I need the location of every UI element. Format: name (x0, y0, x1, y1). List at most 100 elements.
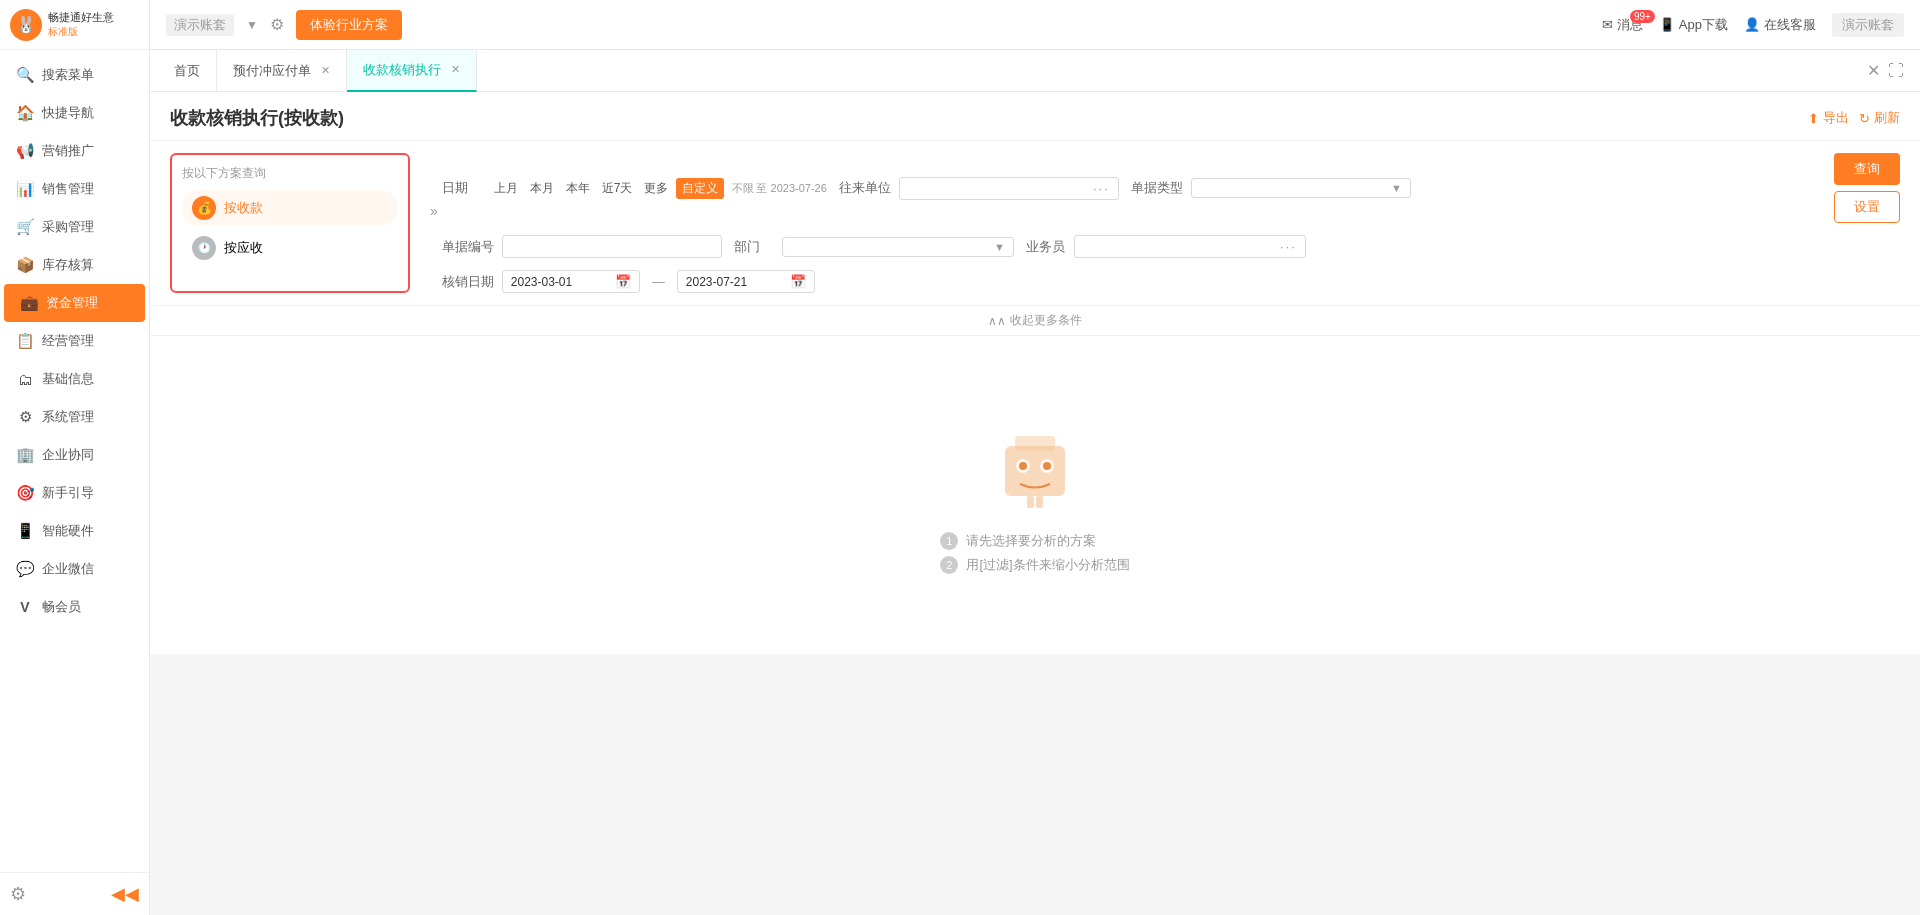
verify-date-start-input[interactable] (511, 275, 611, 289)
by-receipt-icon: 💰 (192, 196, 216, 220)
app-download-button[interactable]: 📱 App下载 (1659, 16, 1728, 34)
export-button[interactable]: ⬆ 导出 (1808, 109, 1849, 127)
verify-date-start-calendar-icon[interactable]: 📅 (615, 274, 631, 289)
settings-button[interactable]: 设置 (1834, 191, 1900, 223)
settings-icon[interactable]: ⚙ (10, 883, 26, 905)
svg-rect-6 (1027, 496, 1034, 508)
empty-tips: 1 请先选择要分析的方案 2 用[过滤]条件来缩小分析范围 (940, 532, 1129, 574)
sidebar-item-search[interactable]: 🔍 搜索菜单 (0, 56, 149, 94)
sidebar-item-inventory[interactable]: 📦 库存核算 (0, 246, 149, 284)
sidebar-item-purchase[interactable]: 🛒 采购管理 (0, 208, 149, 246)
sidebar-item-quick-nav[interactable]: 🏠 快捷导航 (0, 94, 149, 132)
sidebar-item-label: 新手引导 (42, 484, 94, 502)
message-icon: ✉ (1602, 17, 1613, 32)
verify-date-start-wrap[interactable]: 📅 (502, 270, 640, 293)
sidebar-item-operations[interactable]: 📋 经营管理 (0, 322, 149, 360)
sidebar-item-smart-hw[interactable]: 📱 智能硬件 (0, 512, 149, 550)
filter-option-by-receipt[interactable]: 💰 按收款 (182, 190, 398, 226)
doc-no-input-wrap (502, 235, 722, 258)
date-btn-more[interactable]: 更多 (640, 178, 672, 199)
filter-row-3: 核销日期 📅 — 📅 (442, 270, 1900, 293)
capital-icon: 💼 (20, 294, 38, 312)
tab-prepay-label: 预付冲应付单 (233, 62, 311, 80)
filter-collapse-left-button[interactable]: » (426, 203, 442, 219)
sidebar-item-label: 经营管理 (42, 332, 94, 350)
collapse-sidebar-icon[interactable]: ◀◀ (111, 883, 139, 905)
query-action-buttons: 查询 设置 (1834, 153, 1900, 223)
doc-type-select[interactable]: ▼ (1191, 178, 1411, 198)
app-icon: 📱 (1659, 17, 1675, 32)
sidebar-item-label: 企业协同 (42, 446, 94, 464)
tab-home[interactable]: 首页 (158, 50, 217, 92)
page-header: 收款核销执行(按收款) ⬆ 导出 ↻ 刷新 (150, 92, 1920, 141)
sidebar-item-guide[interactable]: 🎯 新手引导 (0, 474, 149, 512)
date-btn-this-month[interactable]: 本月 (526, 178, 558, 199)
sidebar-item-capital[interactable]: 💼 资金管理 (4, 284, 145, 322)
sidebar-item-system[interactable]: ⚙ 系统管理 (0, 398, 149, 436)
partner-more-icon[interactable]: ··· (1093, 181, 1110, 196)
app-version: 标准版 (48, 25, 114, 39)
tab-expand-button[interactable]: ⛶ (1888, 62, 1904, 80)
refresh-button[interactable]: ↻ 刷新 (1859, 109, 1900, 127)
sidebar-item-marketing[interactable]: 📢 营销推广 (0, 132, 149, 170)
company-dropdown-icon[interactable]: ▼ (246, 18, 258, 32)
industry-solution-button[interactable]: 体验行业方案 (296, 10, 402, 40)
date-label: 日期 (442, 179, 482, 197)
dept-chevron-icon: ▼ (994, 241, 1005, 253)
online-service-button[interactable]: 👤 在线客服 (1744, 16, 1816, 34)
wechat-icon: 💬 (16, 560, 34, 578)
sidebar-item-wechat[interactable]: 💬 企业微信 (0, 550, 149, 588)
date-btn-custom[interactable]: 自定义 (676, 178, 724, 199)
tab-receipt-close-icon[interactable]: ✕ (451, 63, 460, 76)
verify-date-end-calendar-icon[interactable]: 📅 (790, 274, 806, 289)
query-button[interactable]: 查询 (1834, 153, 1900, 185)
sidebar-item-basic-info[interactable]: 🗂 基础信息 (0, 360, 149, 398)
quick-nav-icon: 🏠 (16, 104, 34, 122)
date-no-limit: 不限 (732, 181, 754, 196)
filter-doc-type-field: 单据类型 ▼ (1131, 178, 1411, 198)
app-label: App下载 (1679, 16, 1728, 34)
date-btn-7days[interactable]: 近7天 (598, 178, 637, 199)
empty-tip-1: 1 请先选择要分析的方案 (940, 532, 1129, 550)
sidebar-item-label: 搜索菜单 (42, 66, 94, 84)
sidebar-item-label: 采购管理 (42, 218, 94, 236)
app-logo-icon: 🐰 (10, 9, 42, 41)
doc-type-label: 单据类型 (1131, 179, 1183, 197)
verify-date-end-wrap[interactable]: 📅 (677, 270, 815, 293)
staff-more-icon[interactable]: ··· (1280, 239, 1297, 254)
partner-input[interactable] (908, 181, 1093, 196)
staff-input[interactable] (1083, 239, 1280, 254)
message-button[interactable]: ✉ 消息 99+ (1602, 16, 1643, 34)
svg-point-4 (1019, 462, 1027, 470)
collapse-more-conditions[interactable]: ∧∧ 收起更多条件 (150, 306, 1920, 336)
tab-receipt[interactable]: 收款核销执行 ✕ (347, 50, 477, 92)
date-quick-options: 上月 本月 本年 近7天 更多 自定义 (490, 178, 725, 199)
sidebar-item-enterprise[interactable]: 🏢 企业协同 (0, 436, 149, 474)
app-name: 畅捷通好生意 (48, 10, 114, 24)
doc-no-label: 单据编号 (442, 238, 494, 256)
sidebar-item-label: 智能硬件 (42, 522, 94, 540)
verify-date-end-input[interactable] (686, 275, 786, 289)
filter-panel: 按以下方案查询 💰 按收款 🕐 按应收 » (150, 141, 1920, 306)
doc-no-input[interactable] (511, 239, 713, 254)
tip-num-1: 1 (940, 532, 958, 550)
header-gear-icon[interactable]: ⚙ (270, 15, 284, 34)
svg-rect-7 (1036, 496, 1043, 508)
refresh-label: 刷新 (1874, 109, 1900, 127)
sidebar-item-member[interactable]: V 畅会员 (0, 588, 149, 626)
user-name[interactable]: 演示账套 (1832, 13, 1904, 37)
system-icon: ⚙ (16, 408, 34, 426)
partner-label: 往来单位 (839, 179, 891, 197)
date-btn-last-month[interactable]: 上月 (490, 178, 522, 199)
staff-label: 业务员 (1026, 238, 1066, 256)
date-btn-this-year[interactable]: 本年 (562, 178, 594, 199)
dept-select[interactable]: ▼ (782, 237, 1014, 257)
tab-close-all-button[interactable]: ✕ (1867, 61, 1880, 80)
company-name: 演示账套 (166, 14, 234, 36)
filter-option-by-receivable[interactable]: 🕐 按应收 (182, 230, 398, 266)
sidebar-item-sales[interactable]: 📊 销售管理 (0, 170, 149, 208)
tab-prepay-close-icon[interactable]: ✕ (321, 64, 330, 77)
empty-state: 1 请先选择要分析的方案 2 用[过滤]条件来缩小分析范围 (150, 336, 1920, 654)
marketing-icon: 📢 (16, 142, 34, 160)
tab-prepay[interactable]: 预付冲应付单 ✕ (217, 50, 347, 92)
